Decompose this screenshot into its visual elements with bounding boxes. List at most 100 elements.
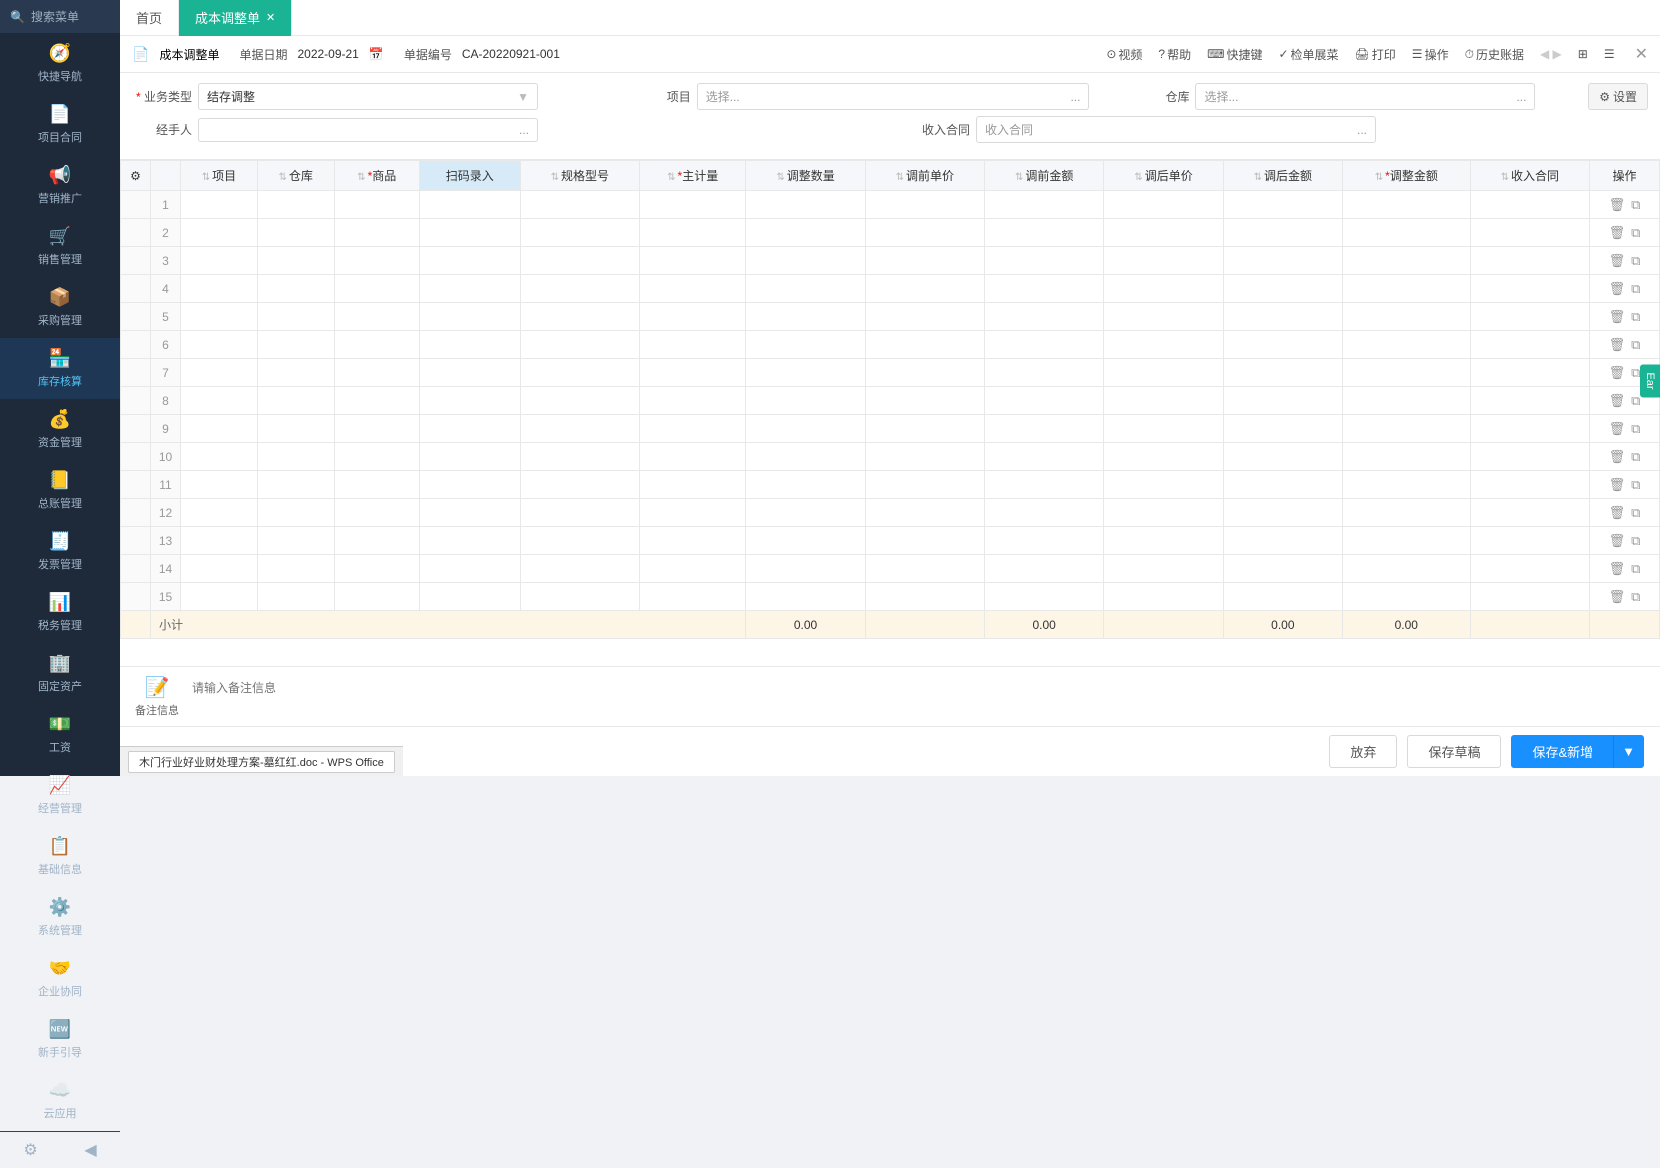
- table-cell[interactable]: [257, 499, 334, 527]
- table-cell[interactable]: [640, 387, 746, 415]
- table-cell[interactable]: [640, 303, 746, 331]
- table-cell[interactable]: [334, 359, 419, 387]
- table-cell[interactable]: [334, 275, 419, 303]
- copy-row-icon[interactable]: ⧉: [1631, 393, 1640, 408]
- table-cell[interactable]: [1223, 247, 1342, 275]
- table-cell[interactable]: [1343, 555, 1471, 583]
- table-cell[interactable]: [1470, 499, 1589, 527]
- handler-input[interactable]: ...: [198, 118, 538, 142]
- table-cell[interactable]: [334, 247, 419, 275]
- sidebar-item-basic-info[interactable]: 📋 基础信息: [0, 826, 120, 887]
- warehouse-input[interactable]: 选择... ...: [1195, 83, 1535, 110]
- shortcut-btn[interactable]: ⌨ 快捷键: [1203, 46, 1266, 63]
- print-btn[interactable]: 🖨 打印: [1351, 46, 1400, 63]
- sidebar-item-finance[interactable]: 💰 资金管理: [0, 399, 120, 460]
- table-cell[interactable]: [865, 247, 984, 275]
- project-input[interactable]: 选择... ...: [697, 83, 1090, 110]
- table-cell[interactable]: [1470, 275, 1589, 303]
- view-btn[interactable]: ⊙ 视频: [1102, 46, 1146, 63]
- table-cell[interactable]: [640, 443, 746, 471]
- sidebar-item-ledger[interactable]: 📒 总账管理: [0, 460, 120, 521]
- table-cell[interactable]: [181, 247, 258, 275]
- table-cell[interactable]: [985, 583, 1104, 611]
- copy-row-icon[interactable]: ⧉: [1631, 505, 1640, 520]
- table-cell[interactable]: [1223, 583, 1342, 611]
- table-cell[interactable]: [865, 219, 984, 247]
- sidebar-item-corp-coop[interactable]: 🤝 企业协同: [0, 948, 120, 1009]
- note-textarea[interactable]: [192, 675, 1648, 715]
- table-cell[interactable]: [334, 499, 419, 527]
- list-view-btn[interactable]: ☰: [1600, 47, 1619, 61]
- table-cell[interactable]: [520, 415, 639, 443]
- table-cell[interactable]: [334, 219, 419, 247]
- table-cell[interactable]: [520, 247, 639, 275]
- delete-row-icon[interactable]: 🗑: [1609, 225, 1626, 240]
- collapse-icon[interactable]: ◀: [84, 1140, 96, 1160]
- table-cell[interactable]: [746, 415, 865, 443]
- tab-close-icon[interactable]: ✕: [266, 11, 275, 24]
- sidebar-item-purchase-mgmt[interactable]: 📦 采购管理: [0, 277, 120, 338]
- table-cell[interactable]: [1223, 219, 1342, 247]
- table-cell[interactable]: [746, 191, 865, 219]
- table-cell[interactable]: [746, 219, 865, 247]
- table-cell[interactable]: [746, 331, 865, 359]
- table-cell[interactable]: [1470, 387, 1589, 415]
- table-cell[interactable]: [257, 331, 334, 359]
- table-cell[interactable]: [419, 387, 520, 415]
- table-cell[interactable]: [181, 555, 258, 583]
- table-cell[interactable]: [1223, 471, 1342, 499]
- table-cell[interactable]: [985, 387, 1104, 415]
- table-cell[interactable]: [1223, 499, 1342, 527]
- table-cell[interactable]: [1223, 443, 1342, 471]
- table-cell[interactable]: [1470, 219, 1589, 247]
- table-cell[interactable]: [865, 499, 984, 527]
- delete-row-icon[interactable]: 🗑: [1609, 477, 1626, 492]
- table-cell[interactable]: [520, 219, 639, 247]
- table-cell[interactable]: [1223, 303, 1342, 331]
- table-cell[interactable]: [1343, 359, 1471, 387]
- table-cell[interactable]: [1104, 499, 1223, 527]
- table-cell[interactable]: [520, 191, 639, 219]
- table-cell[interactable]: [1470, 527, 1589, 555]
- table-cell[interactable]: [1343, 219, 1471, 247]
- table-cell[interactable]: [1223, 555, 1342, 583]
- table-cell[interactable]: [257, 471, 334, 499]
- table-cell[interactable]: [1470, 443, 1589, 471]
- table-cell[interactable]: [419, 471, 520, 499]
- table-cell[interactable]: [1470, 331, 1589, 359]
- table-cell[interactable]: [520, 583, 639, 611]
- table-cell[interactable]: [334, 527, 419, 555]
- table-cell[interactable]: [520, 527, 639, 555]
- delete-row-icon[interactable]: 🗑: [1609, 309, 1626, 324]
- delete-row-icon[interactable]: 🗑: [1609, 421, 1626, 436]
- table-cell[interactable]: [334, 387, 419, 415]
- table-cell[interactable]: [985, 443, 1104, 471]
- table-cell[interactable]: [520, 331, 639, 359]
- copy-row-icon[interactable]: ⧉: [1631, 533, 1640, 548]
- table-cell[interactable]: [257, 359, 334, 387]
- table-cell[interactable]: [181, 219, 258, 247]
- sidebar-item-invoice[interactable]: 🧾 发票管理: [0, 521, 120, 582]
- table-cell[interactable]: [419, 527, 520, 555]
- sidebar-item-inventory[interactable]: 🏪 库存核算: [0, 338, 120, 399]
- table-cell[interactable]: [181, 275, 258, 303]
- table-cell[interactable]: [1223, 415, 1342, 443]
- grid-view-btn[interactable]: ⊞: [1574, 47, 1592, 61]
- table-cell[interactable]: [1104, 359, 1223, 387]
- table-cell[interactable]: [181, 359, 258, 387]
- income-contract-input[interactable]: 收入合同 ...: [976, 116, 1376, 143]
- table-cell[interactable]: [640, 527, 746, 555]
- table-cell[interactable]: [985, 415, 1104, 443]
- table-cell[interactable]: [985, 359, 1104, 387]
- table-cell[interactable]: [746, 555, 865, 583]
- sidebar-item-sales-promotion[interactable]: 📢 营销推广: [0, 155, 120, 216]
- table-cell[interactable]: [419, 331, 520, 359]
- table-cell[interactable]: [334, 191, 419, 219]
- table-cell[interactable]: [1470, 583, 1589, 611]
- table-cell[interactable]: [1343, 499, 1471, 527]
- copy-row-icon[interactable]: ⧉: [1631, 561, 1640, 576]
- table-cell[interactable]: [520, 555, 639, 583]
- table-cell[interactable]: [257, 387, 334, 415]
- table-cell[interactable]: [181, 331, 258, 359]
- table-cell[interactable]: [181, 387, 258, 415]
